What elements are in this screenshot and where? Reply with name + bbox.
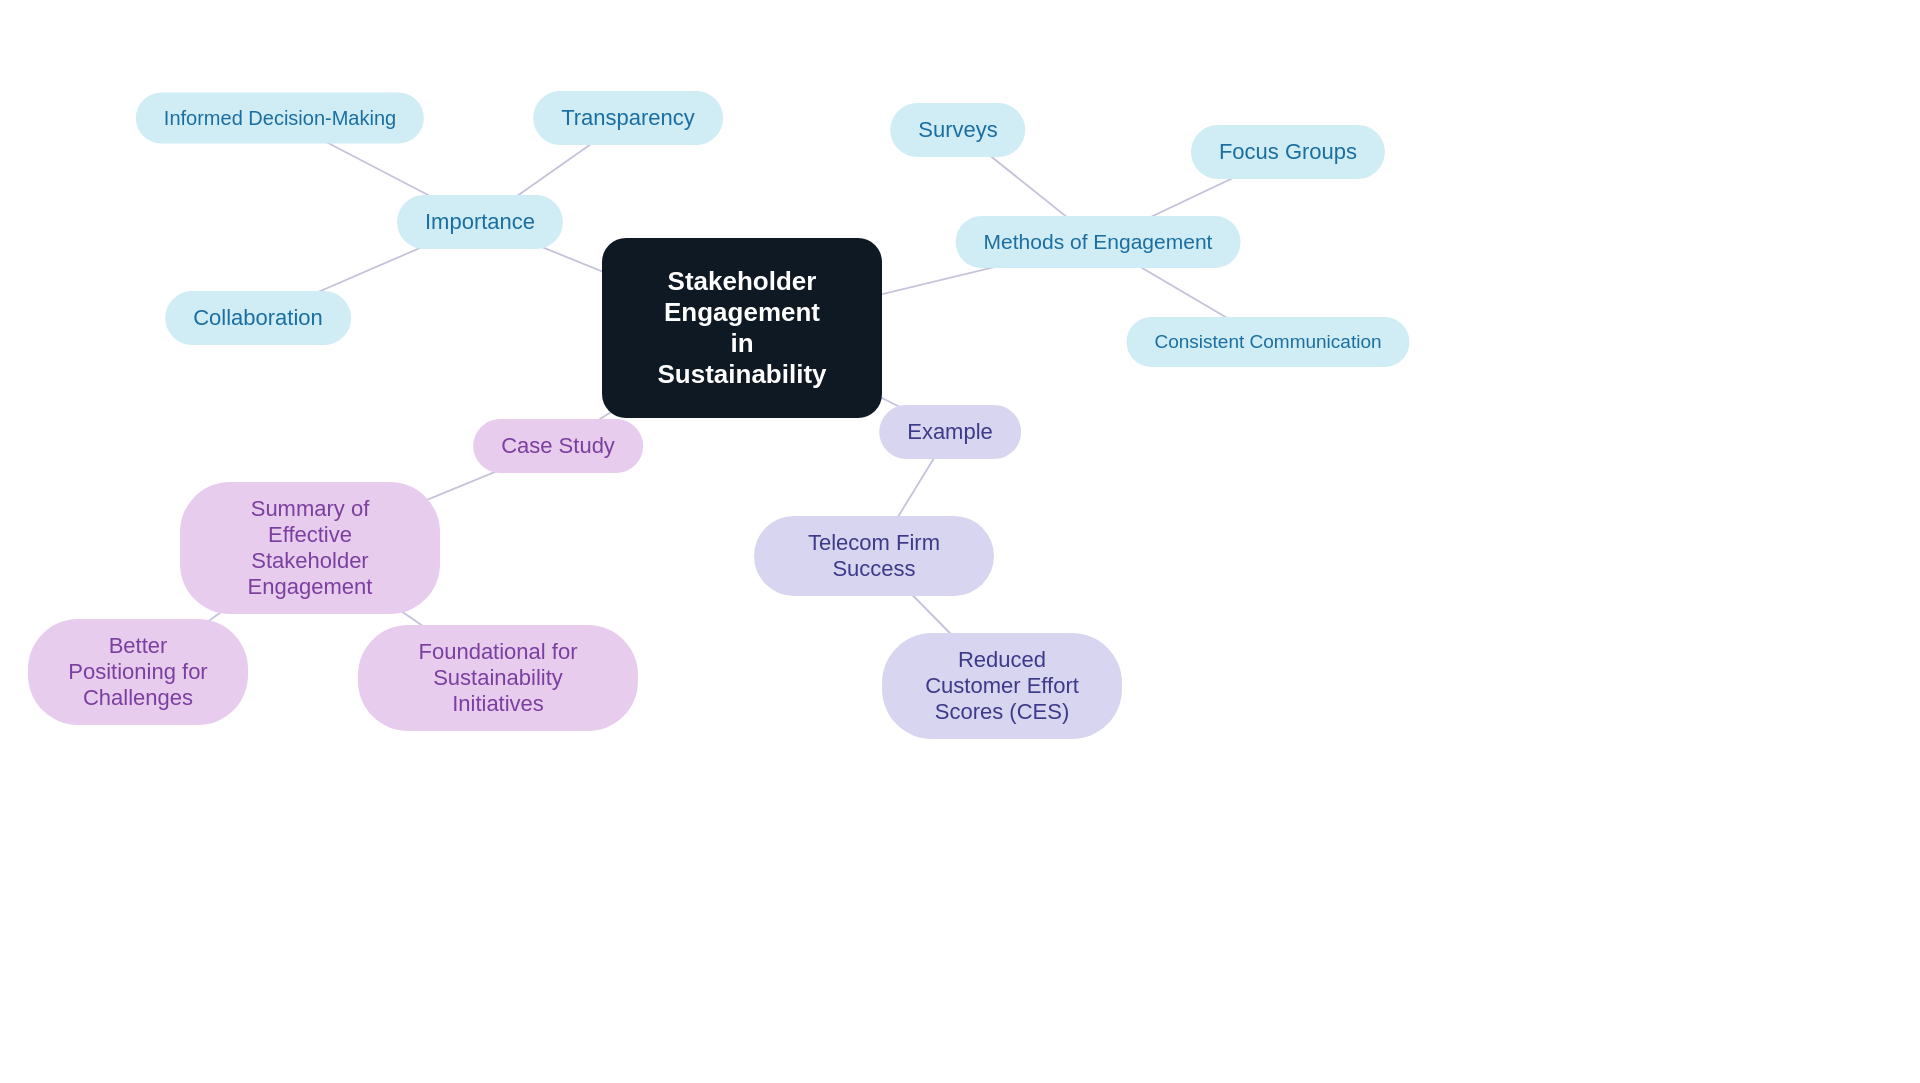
center-node: Stakeholder Engagement in Sustainability	[602, 238, 882, 418]
node-transparency: Transparency	[533, 91, 723, 145]
node-summary: Summary of Effective Stakeholder Engagem…	[180, 482, 440, 614]
node-better-positioning: Better Positioning for Challenges	[28, 619, 248, 725]
node-informed: Informed Decision-Making	[136, 93, 424, 144]
node-importance: Importance	[397, 195, 563, 249]
node-example: Example	[879, 405, 1021, 459]
mind-map: Stakeholder Engagement in Sustainability…	[0, 0, 1920, 1083]
node-foundational: Foundational for Sustainability Initiati…	[358, 625, 638, 731]
node-telecom: Telecom Firm Success	[754, 516, 994, 596]
node-surveys: Surveys	[890, 103, 1025, 157]
node-consistent-comm: Consistent Communication	[1126, 317, 1409, 367]
node-reduced-ces: Reduced Customer Effort Scores (CES)	[882, 633, 1122, 739]
node-case-study: Case Study	[473, 419, 643, 473]
node-methods: Methods of Engagement	[956, 216, 1241, 268]
node-collaboration: Collaboration	[165, 291, 351, 345]
node-focus-groups: Focus Groups	[1191, 125, 1385, 179]
